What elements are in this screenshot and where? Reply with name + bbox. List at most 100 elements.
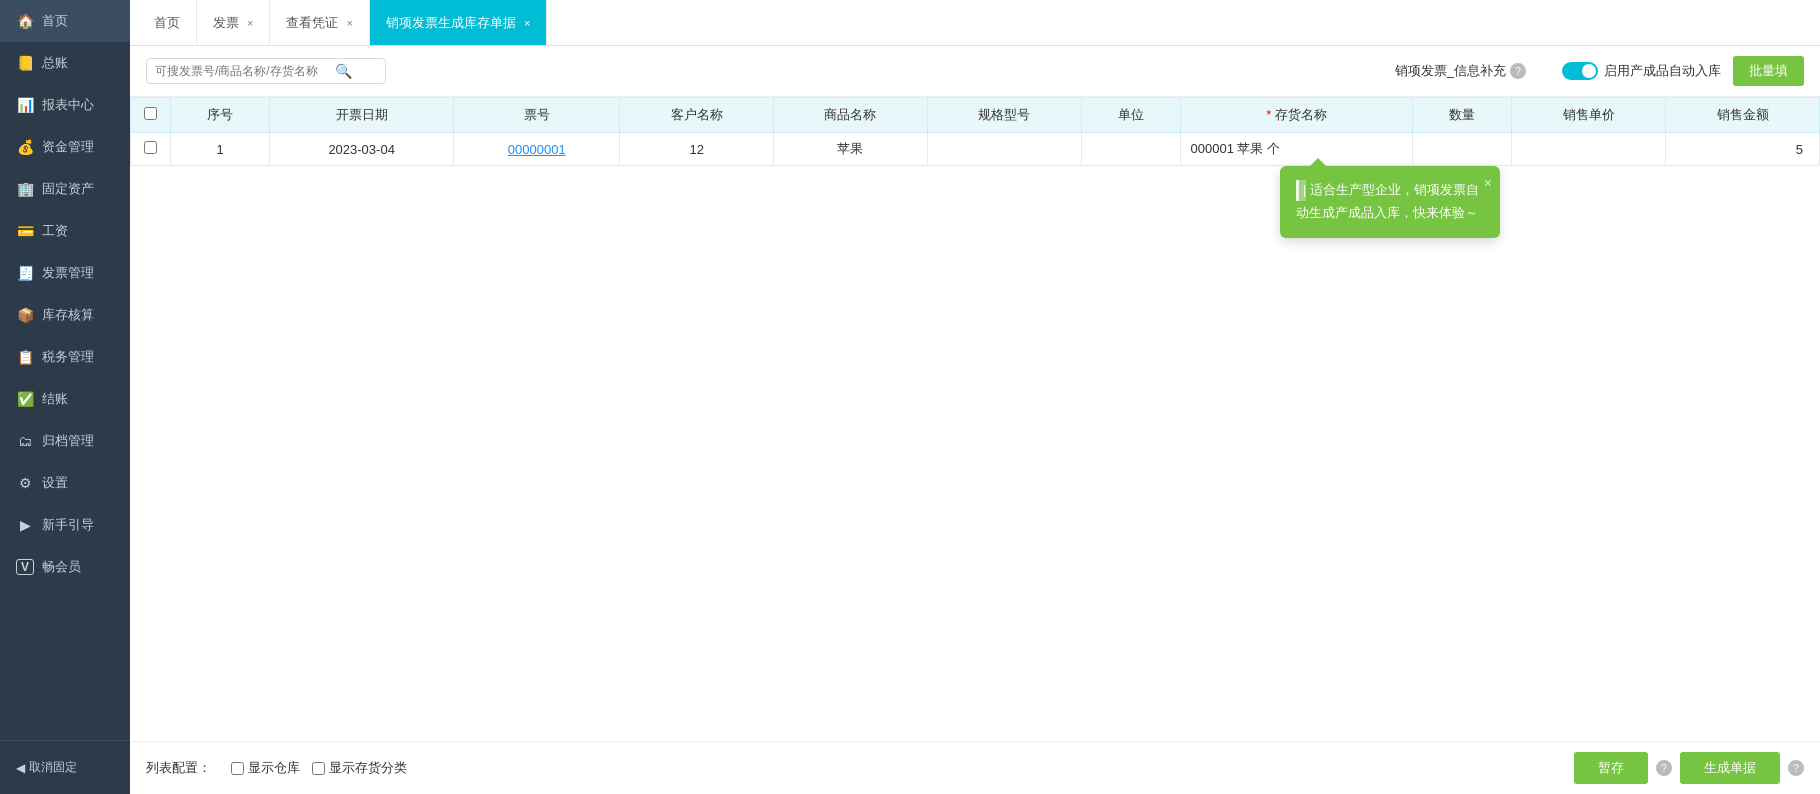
sidebar-label-guide: 新手引导: [42, 516, 94, 534]
tooltip-text: 适合生产型企业，销项发票自动生成产成品入库，快来体验～: [1296, 182, 1479, 220]
tax-icon: 📋: [16, 349, 34, 365]
show-warehouse-item[interactable]: 显示仓库: [231, 759, 300, 777]
sidebar-item-settlement[interactable]: ✅ 结账: [0, 378, 130, 420]
inventory-icon: 📦: [16, 307, 34, 323]
th-seq: 序号: [171, 98, 270, 133]
generate-btn[interactable]: 生成单据: [1680, 752, 1780, 784]
show-category-item[interactable]: 显示存货分类: [312, 759, 407, 777]
guide-icon: ▶: [16, 517, 34, 533]
sidebar-item-payroll[interactable]: 💳 工资: [0, 210, 130, 252]
toolbar: 🔍 销项发票_信息补充 ? 启用产成品自动入库 批量填: [130, 46, 1820, 97]
table-container: 序号 开票日期 票号 客户名称 商品名称 规格型号 单位 存货名称 数量 销售单…: [130, 97, 1820, 741]
cancel-fixed-label: 取消固定: [29, 759, 77, 776]
row-checkbox[interactable]: [144, 141, 157, 154]
tab-home[interactable]: 首页: [138, 0, 197, 45]
tooltip-highlight-marker: |: [1296, 180, 1306, 201]
show-category-checkbox[interactable]: [312, 762, 325, 775]
cancel-fixed-icon: ◀: [16, 761, 25, 775]
search-icon[interactable]: 🔍: [335, 63, 352, 79]
sidebar-item-funds[interactable]: 💰 资金管理: [0, 126, 130, 168]
sidebar-label-settings: 设置: [42, 474, 68, 492]
save-btn[interactable]: 暂存: [1574, 752, 1648, 784]
invoice-mgmt-icon: 🧾: [16, 265, 34, 281]
sidebar-item-fixed-assets[interactable]: 🏢 固定资产: [0, 168, 130, 210]
th-qty: 数量: [1413, 98, 1512, 133]
sidebar-label-funds: 资金管理: [42, 138, 94, 156]
sidebar-label-reports: 报表中心: [42, 96, 94, 114]
sidebar-label-fixed-assets: 固定资产: [42, 180, 94, 198]
reports-icon: 📊: [16, 97, 34, 113]
sidebar-item-home[interactable]: 🏠 首页: [0, 0, 130, 42]
tab-view-voucher[interactable]: 查看凭证 ×: [270, 0, 369, 45]
tab-invoice-label: 发票: [213, 14, 239, 32]
th-amount: 销售金额: [1666, 98, 1820, 133]
td-ticket-no[interactable]: 00000001: [454, 133, 620, 166]
td-qty[interactable]: [1413, 133, 1512, 166]
select-all-checkbox[interactable]: [144, 107, 157, 120]
tab-view-voucher-label: 查看凭证: [286, 14, 338, 32]
td-model: [927, 133, 1081, 166]
th-inventory-name: 存货名称: [1180, 98, 1413, 133]
show-category-label: 显示存货分类: [329, 759, 407, 777]
sidebar-item-archive[interactable]: 🗂 归档管理: [0, 420, 130, 462]
sidebar-item-invoice-mgmt[interactable]: 🧾 发票管理: [0, 252, 130, 294]
main-table: 序号 开票日期 票号 客户名称 商品名称 规格型号 单位 存货名称 数量 销售单…: [130, 97, 1820, 166]
th-ticket-no: 票号: [454, 98, 620, 133]
th-model: 规格型号: [927, 98, 1081, 133]
info-help-icon[interactable]: ?: [1510, 63, 1526, 79]
sidebar-label-settlement: 结账: [42, 390, 68, 408]
sidebar-label-vip: 畅会员: [42, 558, 81, 576]
show-warehouse-checkbox[interactable]: [231, 762, 244, 775]
sidebar-label-ledger: 总账: [42, 54, 68, 72]
toggle-thumb: [1582, 64, 1596, 78]
sidebar-item-guide[interactable]: ▶ 新手引导: [0, 504, 130, 546]
sidebar-item-tax-mgmt[interactable]: 📋 税务管理: [0, 336, 130, 378]
sidebar-item-inventory[interactable]: 📦 库存核算: [0, 294, 130, 336]
sidebar-item-vip[interactable]: V 畅会员: [0, 546, 130, 588]
sidebar-label-inventory: 库存核算: [42, 306, 94, 324]
td-unit-price[interactable]: [1512, 133, 1666, 166]
td-date: 2023-03-04: [269, 133, 453, 166]
sidebar-item-settings[interactable]: ⚙ 设置: [0, 462, 130, 504]
search-input[interactable]: [155, 64, 335, 78]
funds-icon: 💰: [16, 139, 34, 155]
info-text: 销项发票_信息补充: [1395, 62, 1506, 80]
payroll-icon: 💳: [16, 223, 34, 239]
ledger-icon: 📒: [16, 55, 34, 71]
sidebar-item-reports[interactable]: 📊 报表中心: [0, 84, 130, 126]
show-warehouse-label: 显示仓库: [248, 759, 300, 777]
vip-icon: V: [16, 559, 34, 575]
batch-fill-btn[interactable]: 批量填: [1733, 56, 1804, 86]
tab-invoice[interactable]: 发票 ×: [197, 0, 270, 45]
tab-invoice-close[interactable]: ×: [247, 17, 253, 29]
sidebar-label-archive: 归档管理: [42, 432, 94, 450]
th-checkbox: [131, 98, 171, 133]
home-icon: 🏠: [16, 13, 34, 29]
td-goods-name: 苹果: [774, 133, 928, 166]
tab-bar: 首页 发票 × 查看凭证 × 销项发票生成库存单据 ×: [130, 0, 1820, 46]
main-area: 首页 发票 × 查看凭证 × 销项发票生成库存单据 × 🔍 销项发票_信息补充 …: [130, 0, 1820, 794]
sidebar-label-invoice-mgmt: 发票管理: [42, 264, 94, 282]
th-customer: 客户名称: [620, 98, 774, 133]
generate-help-icon[interactable]: ?: [1788, 760, 1804, 776]
sidebar: 🏠 首页 📒 总账 📊 报表中心 💰 资金管理 🏢 固定资产 💳 工资 🧾 发票…: [0, 0, 130, 794]
sidebar-item-ledger[interactable]: 📒 总账: [0, 42, 130, 84]
tooltip-close-btn[interactable]: ×: [1484, 172, 1492, 194]
tab-generate-inventory-close[interactable]: ×: [524, 17, 530, 29]
save-help-icon[interactable]: ?: [1656, 760, 1672, 776]
sidebar-label-home: 首页: [42, 12, 68, 30]
table-header-row: 序号 开票日期 票号 客户名称 商品名称 规格型号 单位 存货名称 数量 销售单…: [131, 98, 1820, 133]
auto-warehousing-toggle[interactable]: [1562, 62, 1598, 80]
td-inventory-name[interactable]: 000001 苹果 个: [1180, 133, 1413, 166]
sidebar-bottom: ◀ 取消固定: [0, 740, 130, 794]
th-unit: 单位: [1081, 98, 1180, 133]
bottom-bar: 列表配置： 显示仓库 显示存货分类 暂存 ? 生成单据 ?: [130, 741, 1820, 794]
settlement-icon: ✅: [16, 391, 34, 407]
settings-icon: ⚙: [16, 475, 34, 491]
info-label: 销项发票_信息补充 ?: [1395, 62, 1526, 80]
toggle-label: 启用产成品自动入库: [1604, 62, 1721, 80]
cancel-fixed-btn[interactable]: ◀ 取消固定: [0, 749, 130, 786]
search-box[interactable]: 🔍: [146, 58, 386, 84]
tab-view-voucher-close[interactable]: ×: [346, 17, 352, 29]
tab-generate-inventory[interactable]: 销项发票生成库存单据 ×: [370, 0, 547, 45]
